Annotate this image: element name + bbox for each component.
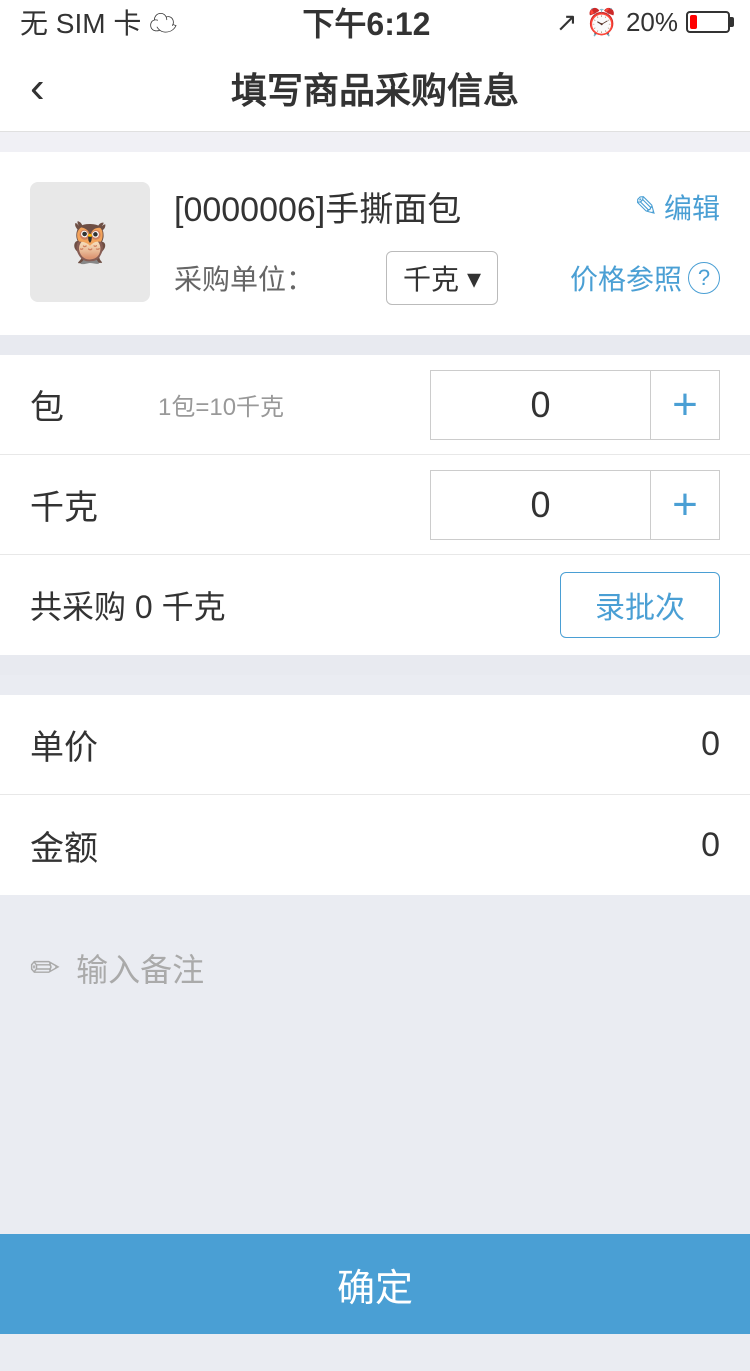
- product-name-text: 手撕面包: [325, 191, 461, 229]
- product-title-row: [0000006]手撕面包 ✎ 编辑: [174, 182, 720, 231]
- kg-input[interactable]: [430, 470, 650, 540]
- main-content: 🦉 [0000006]手撕面包 ✎ 编辑 采购单位： 千克 ▾ 价格参照: [0, 152, 750, 1371]
- product-name: [0000006]手撕面包: [174, 182, 461, 231]
- amount-label: 金额: [30, 821, 98, 870]
- nav-bar: ‹ 填写商品采购信息: [0, 44, 750, 132]
- status-time: 下午6:12: [302, 0, 430, 45]
- confirm-button-label: 确定: [337, 1257, 413, 1312]
- unit-value: 千克: [403, 258, 459, 298]
- price-ref-button[interactable]: 价格参照 ?: [570, 258, 720, 298]
- chevron-down-icon: ▾: [467, 262, 481, 295]
- note-section[interactable]: ✏ 输入备注: [0, 915, 750, 1021]
- bao-input-row: 包 1包=10千克 +: [0, 355, 750, 455]
- product-card: 🦉 [0000006]手撕面包 ✎ 编辑 采购单位： 千克 ▾ 价格参照: [0, 152, 750, 335]
- kg-label: 千克: [30, 480, 150, 529]
- battery-fill: [690, 15, 697, 29]
- bao-plus-button[interactable]: +: [650, 370, 720, 440]
- unit-price-value: 0: [701, 725, 720, 764]
- battery-icon: [686, 11, 730, 33]
- product-image: 🦉: [30, 182, 150, 302]
- location-icon: ↗: [556, 7, 578, 38]
- amount-value: 0: [701, 826, 720, 865]
- product-logo: 🦉: [65, 219, 115, 266]
- bao-sublabel: 1包=10千克: [158, 387, 430, 422]
- help-icon: ?: [688, 262, 720, 294]
- note-placeholder: 输入备注: [76, 945, 204, 991]
- section-separator-2: [0, 655, 750, 675]
- batch-button[interactable]: 录批次: [560, 572, 720, 638]
- total-text: 共采购 0 千克: [30, 582, 226, 628]
- edit-label: 编辑: [664, 187, 720, 227]
- status-right: ↗ ⏰ 20%: [556, 7, 730, 38]
- pencil-icon: ✏: [30, 947, 60, 989]
- bao-input-wrap: +: [430, 370, 720, 440]
- product-code: [0000006]: [174, 191, 325, 229]
- kg-input-wrap: +: [430, 470, 720, 540]
- battery-percent: 20%: [626, 7, 678, 38]
- kg-input-row: 千克 +: [0, 455, 750, 555]
- total-row: 共采购 0 千克 录批次: [0, 555, 750, 655]
- product-info: [0000006]手撕面包 ✎ 编辑 采购单位： 千克 ▾ 价格参照 ?: [174, 182, 720, 305]
- alarm-icon: ⏰: [586, 7, 618, 38]
- input-section: 包 1包=10千克 + 千克 + 共采购 0 千克 录批次: [0, 355, 750, 655]
- section-separator-1: [0, 335, 750, 355]
- page-title: 填写商品采购信息: [231, 62, 519, 114]
- status-left: 无 SIM 卡 ☁: [20, 2, 177, 42]
- price-info-section: 单价 0 金额 0: [0, 695, 750, 895]
- unit-price-row: 单价 0: [0, 695, 750, 795]
- back-button[interactable]: ‹: [30, 66, 45, 110]
- unit-price-label: 单价: [30, 720, 98, 769]
- status-bar: 无 SIM 卡 ☁ 下午6:12 ↗ ⏰ 20%: [0, 0, 750, 44]
- bao-input[interactable]: [430, 370, 650, 440]
- edit-icon: ✎: [635, 190, 658, 223]
- purchase-unit-row: 采购单位： 千克 ▾ 价格参照 ?: [174, 251, 720, 305]
- kg-plus-button[interactable]: +: [650, 470, 720, 540]
- amount-row: 金额 0: [0, 795, 750, 895]
- edit-button[interactable]: ✎ 编辑: [635, 187, 720, 227]
- price-ref-label: 价格参照: [570, 258, 682, 298]
- purchase-unit-label: 采购单位：: [174, 258, 314, 298]
- sim-signal: 无 SIM 卡 ☁: [20, 2, 177, 42]
- unit-select-dropdown[interactable]: 千克 ▾: [386, 251, 498, 305]
- confirm-button[interactable]: 确定: [0, 1234, 750, 1334]
- bao-label: 包: [30, 380, 150, 429]
